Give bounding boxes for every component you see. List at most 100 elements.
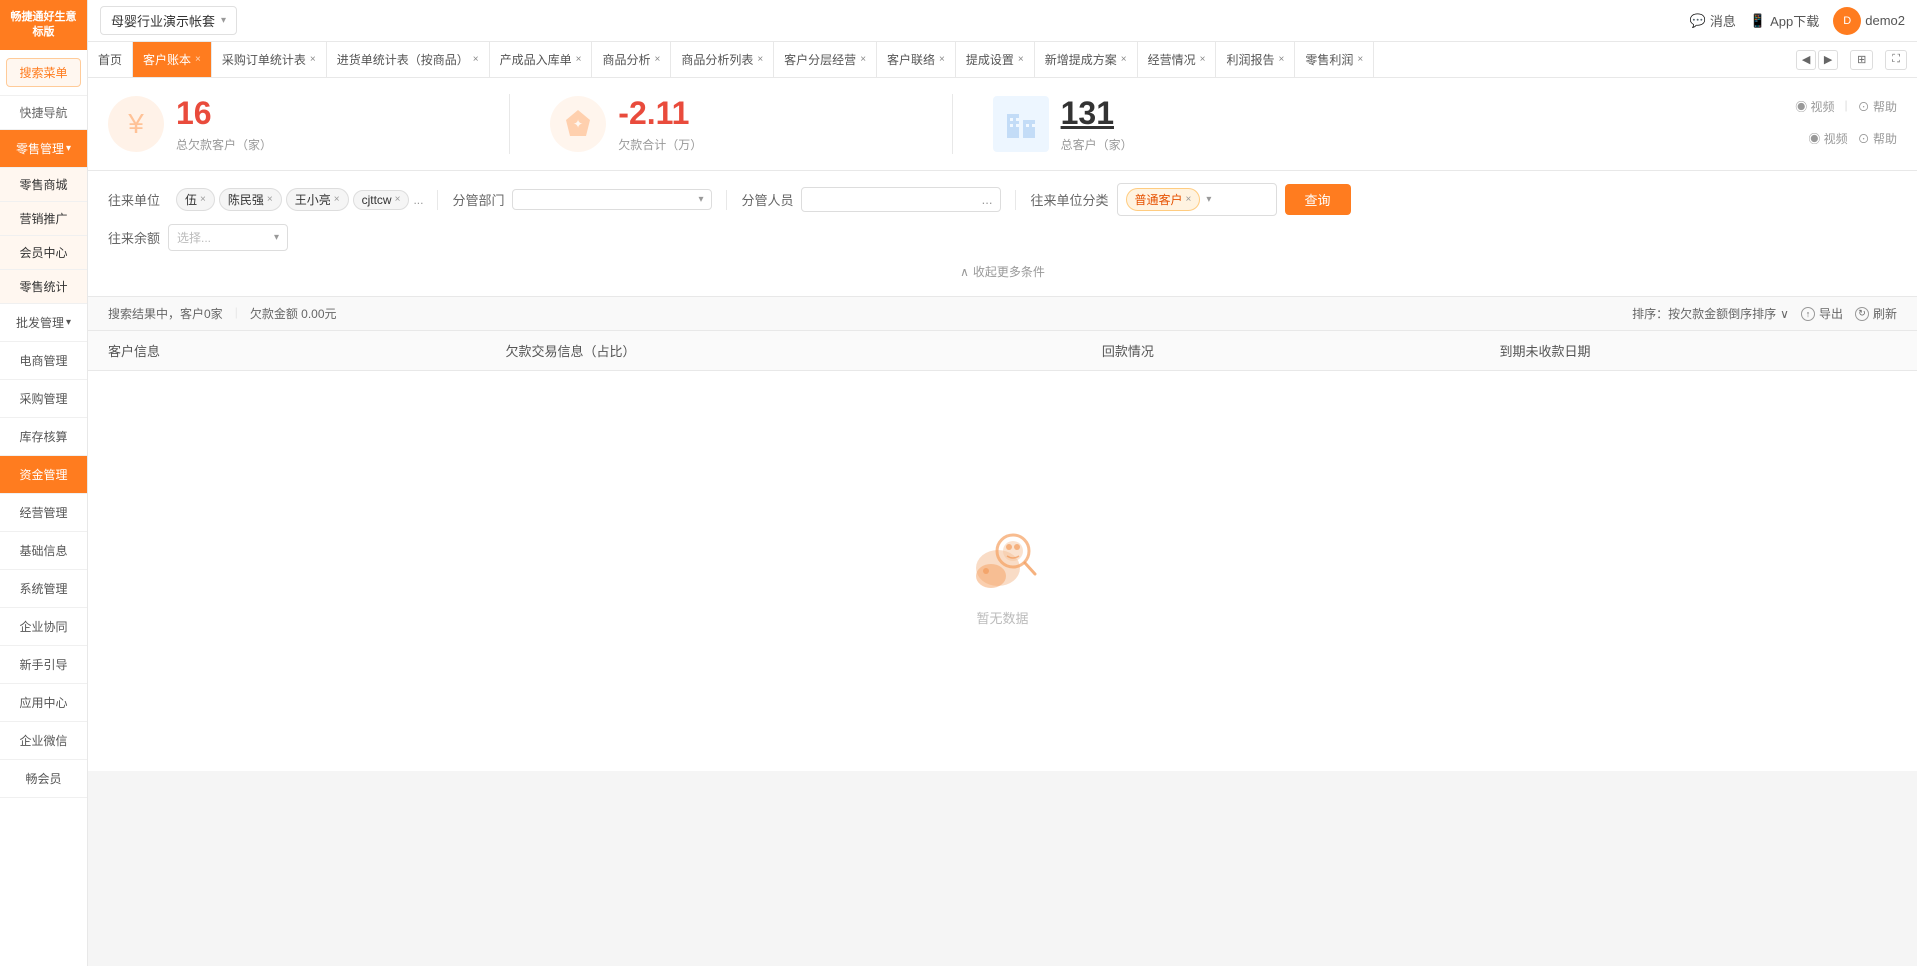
app-header: 母婴行业演示帐套 ▾ 💬 消息 📱 App下载 D demo2 bbox=[88, 0, 1917, 42]
tab-retail-profit[interactable]: 零售利润 × bbox=[1295, 42, 1374, 77]
category-select[interactable]: 普通客户 × ▾ bbox=[1117, 183, 1277, 216]
stat-total-customers: 131 总客户（家） bbox=[953, 95, 1394, 153]
tab-close-icon[interactable]: × bbox=[654, 54, 660, 65]
tab-home[interactable]: 首页 bbox=[88, 42, 133, 77]
unit-tag-3-close[interactable]: × bbox=[334, 194, 340, 205]
main-area: 母婴行业演示帐套 ▾ 💬 消息 📱 App下载 D demo2 bbox=[88, 0, 1917, 966]
sidebar-item-inventory[interactable]: 库存核算 bbox=[0, 418, 87, 456]
export-circle-icon: ↑ bbox=[1801, 307, 1815, 321]
sidebar-item-app-center[interactable]: 应用中心 bbox=[0, 684, 87, 722]
tab-new-commission[interactable]: 新增提成方案 × bbox=[1035, 42, 1138, 77]
tab-close-icon[interactable]: × bbox=[1357, 54, 1363, 65]
stat-debt-total-label: 欠款合计（万） bbox=[618, 136, 702, 153]
tab-scroll-left-button[interactable]: ◀ bbox=[1796, 50, 1816, 70]
sidebar-item-wholesale-mgmt[interactable]: 批发管理 ▾ bbox=[0, 304, 87, 342]
unit-tag-4-close[interactable]: × bbox=[395, 194, 401, 205]
svg-text:✦: ✦ bbox=[573, 117, 583, 131]
tab-finished-goods[interactable]: 产成品入库单 × bbox=[490, 42, 593, 77]
tab-purchase-order-stats[interactable]: 采购订单统计表 × bbox=[212, 42, 327, 77]
help-button[interactable]: ⊙ 帮助 bbox=[1858, 130, 1897, 147]
sidebar-item-wechat[interactable]: 企业微信 bbox=[0, 722, 87, 760]
unit-tag-1-close[interactable]: × bbox=[200, 194, 206, 205]
stat-total-customers-value[interactable]: 131 bbox=[1061, 95, 1133, 132]
debt-amount-text: 欠款金额 0.00元 bbox=[250, 305, 337, 322]
tab-goods-analysis-list[interactable]: 商品分析列表 × bbox=[671, 42, 774, 77]
stat-yuan-icon: ¥ bbox=[128, 108, 144, 140]
person-input[interactable] bbox=[810, 193, 975, 207]
stat-debt-total: ✦ -2.11 欠款合计（万） bbox=[510, 95, 951, 153]
stat-diamond-icon: ✦ bbox=[562, 108, 594, 140]
messages-button[interactable]: 💬 消息 bbox=[1690, 11, 1736, 30]
stat-debt-customers-label: 总欠款客户（家） bbox=[176, 136, 272, 153]
query-button[interactable]: 查询 bbox=[1285, 184, 1351, 215]
sort-arrow-icon: ∨ bbox=[1780, 307, 1789, 321]
filter-area: 往来单位 伍 × 陈民强 × 王小亮 × bbox=[88, 171, 1917, 297]
tab-close-icon[interactable]: × bbox=[1121, 54, 1127, 65]
sidebar-item-ecommerce[interactable]: 电商管理 bbox=[0, 342, 87, 380]
sidebar-item-finance[interactable]: 资金管理 bbox=[0, 456, 87, 494]
tab-navigation: ◀ ▶ ⊞ ⛶ bbox=[1786, 50, 1917, 70]
table-col-debt-transactions: 欠款交易信息（占比） bbox=[506, 341, 1102, 360]
tab-expand-button[interactable]: ⊞ bbox=[1850, 50, 1873, 70]
unit-tag-2-close[interactable]: × bbox=[267, 194, 273, 205]
balance-select[interactable]: 选择... ▾ bbox=[168, 224, 288, 251]
account-selector[interactable]: 母婴行业演示帐套 ▾ bbox=[100, 6, 237, 35]
refresh-button[interactable]: ↻ 刷新 bbox=[1855, 305, 1897, 322]
tab-close-icon[interactable]: × bbox=[1018, 54, 1024, 65]
tab-close-icon[interactable]: × bbox=[1278, 54, 1284, 65]
sidebar-item-system[interactable]: 系统管理 bbox=[0, 570, 87, 608]
tab-profit-report[interactable]: 利润报告 × bbox=[1216, 42, 1295, 77]
tab-operation-status[interactable]: 经营情况 × bbox=[1138, 42, 1217, 77]
video-btn[interactable]: ◉ 视频 bbox=[1795, 98, 1834, 115]
sidebar-item-member-center[interactable]: 会员中心 bbox=[0, 236, 87, 270]
sort-selector[interactable]: 排序：按欠款金额倒序排序 ∨ bbox=[1632, 305, 1789, 322]
tab-goods-analysis[interactable]: 商品分析 × bbox=[592, 42, 671, 77]
avatar: D bbox=[1833, 7, 1861, 35]
tab-customer-tier[interactable]: 客户分层经营 × bbox=[774, 42, 877, 77]
search-menu-button[interactable]: 搜索菜单 bbox=[6, 58, 81, 87]
sidebar-item-newbie[interactable]: 新手引导 bbox=[0, 646, 87, 684]
search-result-text: 搜索结果中，客户0家 bbox=[108, 305, 223, 322]
tab-close-icon[interactable]: × bbox=[1200, 54, 1206, 65]
empty-illustration bbox=[963, 516, 1043, 596]
tab-close-icon[interactable]: × bbox=[195, 54, 201, 65]
result-bar-left: 搜索结果中，客户0家 | 欠款金额 0.00元 bbox=[108, 305, 337, 322]
app-download-button[interactable]: 📱 App下载 bbox=[1750, 11, 1819, 30]
logo-text: 畅捷通好生意 标版 bbox=[11, 10, 77, 41]
dept-select[interactable]: ▾ bbox=[512, 189, 712, 210]
tab-close-icon[interactable]: × bbox=[939, 54, 945, 65]
person-input-wrap[interactable]: ... bbox=[801, 187, 1001, 212]
tab-close-icon[interactable]: × bbox=[576, 54, 582, 65]
tab-close-icon[interactable]: × bbox=[473, 54, 479, 65]
quick-nav-button[interactable]: 快捷导航 bbox=[0, 96, 87, 130]
sidebar-item-purchase[interactable]: 采购管理 bbox=[0, 380, 87, 418]
category-tag-close[interactable]: × bbox=[1186, 194, 1192, 205]
tab-customer-contact[interactable]: 客户联络 × bbox=[877, 42, 956, 77]
sidebar-item-retail-stats[interactable]: 零售统计 bbox=[0, 270, 87, 304]
person-dots-icon[interactable]: ... bbox=[982, 192, 993, 207]
sidebar-item-enterprise[interactable]: 企业协同 bbox=[0, 608, 87, 646]
tab-close-icon[interactable]: × bbox=[757, 54, 763, 65]
tab-scroll-right-button[interactable]: ▶ bbox=[1818, 50, 1838, 70]
tab-fullscreen-button[interactable]: ⛶ bbox=[1885, 50, 1907, 70]
tab-commission-settings[interactable]: 提成设置 × bbox=[956, 42, 1035, 77]
table-col-payment-status: 回款情况 bbox=[1102, 341, 1500, 360]
user-avatar-button[interactable]: D demo2 bbox=[1833, 7, 1905, 35]
sidebar-item-operation[interactable]: 经营管理 bbox=[0, 494, 87, 532]
export-button[interactable]: ↑ 导出 bbox=[1801, 305, 1843, 322]
tab-close-icon[interactable]: × bbox=[860, 54, 866, 65]
sidebar-item-marketing[interactable]: 营销推广 bbox=[0, 202, 87, 236]
sidebar-item-member[interactable]: 畅会员 bbox=[0, 760, 87, 798]
refresh-circle-icon: ↻ bbox=[1855, 307, 1869, 321]
tab-customer-ledger[interactable]: 客户账本 × bbox=[133, 42, 212, 77]
video-help-button[interactable]: ◉ 视频 bbox=[1808, 130, 1847, 147]
sidebar-item-retail-mgmt[interactable]: 零售管理 ▾ bbox=[0, 130, 87, 168]
unit-tag-1: 伍 × bbox=[176, 188, 215, 211]
unit-tags-more[interactable]: ... bbox=[413, 193, 423, 207]
sidebar-item-retail-mall[interactable]: 零售商城 bbox=[0, 168, 87, 202]
sidebar-item-basic-info[interactable]: 基础信息 bbox=[0, 532, 87, 570]
tab-close-icon[interactable]: × bbox=[310, 54, 316, 65]
tab-goods-in-stats[interactable]: 进货单统计表（按商品） × bbox=[327, 42, 490, 77]
help-btn[interactable]: ⊙ 帮助 bbox=[1858, 98, 1897, 115]
filter-collapse-button[interactable]: ∧ 收起更多条件 bbox=[108, 259, 1897, 284]
